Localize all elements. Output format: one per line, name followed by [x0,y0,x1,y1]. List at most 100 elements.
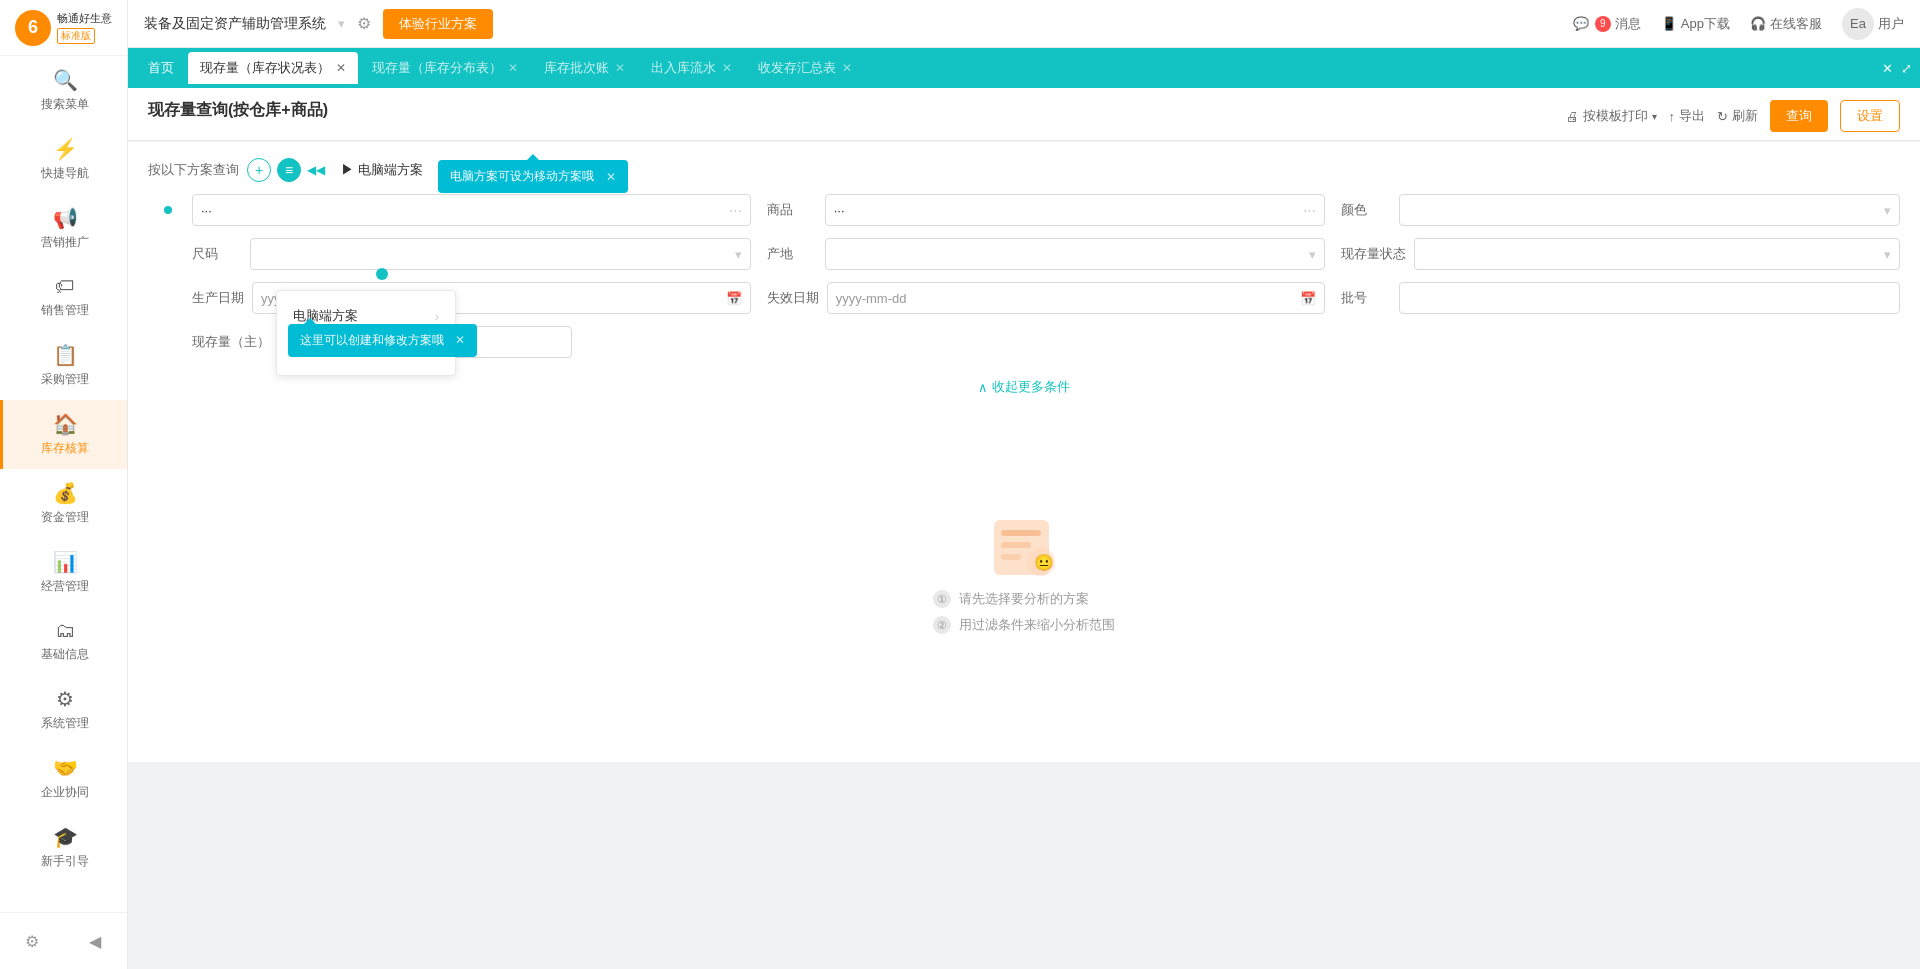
prod-date-label: 生产日期 [192,289,244,307]
create-tooltip-close[interactable]: ✕ [455,333,465,347]
chevron-down-icon: ▾ [1884,247,1891,262]
avatar: Ea [1842,8,1874,40]
print-icon: 🖨 [1566,109,1579,124]
tab-close-icon[interactable]: ✕ [842,61,852,75]
add-scheme-btn[interactable]: + [247,158,271,182]
warehouse-select[interactable]: ··· ⋯ [192,194,751,226]
refresh-icon: ↻ [1717,109,1728,124]
tab-home[interactable]: 首页 [136,52,186,84]
connector-dot [376,268,388,280]
settings-gear-icon[interactable]: ⚙ [357,14,371,33]
arrow-right-icon: › [435,309,439,324]
sidebar-item-label: 快捷导航 [41,165,89,182]
filter-item-size: 尺码 ▾ [192,238,751,270]
tab-inventory-status[interactable]: 现存量（库存状况表） ✕ [188,52,358,84]
sidebar-item-sales[interactable]: 🏷 销售管理 [0,263,127,331]
tab-label: 现存量（库存分布表） [372,59,502,77]
filter-section-label: 按以下方案查询 [148,161,239,179]
more-icon: ⋯ [1303,203,1316,218]
collapse-sidebar-btn[interactable]: ◀ [79,925,111,957]
sidebar-item-inventory[interactable]: 🏠 库存核算 [0,400,127,469]
goods-label: 商品 [767,201,817,219]
query-button[interactable]: 查询 [1770,100,1828,132]
settings-btn[interactable]: ⚙ [16,925,48,957]
export-icon: ↑ [1669,109,1676,124]
calendar-icon: 📅 [726,291,742,306]
sidebar-item-label: 新手引导 [41,853,89,870]
filter-item-batch: 批号 [1341,282,1900,314]
tab-close-icon[interactable]: ✕ [722,61,732,75]
expand-icon[interactable]: ⤢ [1901,61,1912,76]
online-service-item[interactable]: 🎧 在线客服 [1750,15,1822,33]
tab-inout-flow[interactable]: 出入库流水 ✕ [639,52,744,84]
messages-item[interactable]: 💬 9 消息 [1573,15,1641,33]
filter-row-1: ··· ⋯ 商品 ··· ⋯ 颜色 ▾ [148,194,1900,226]
header-divider: ▾ [338,16,345,31]
row-spacer [164,294,172,302]
refresh-label: 刷新 [1732,107,1758,125]
tab-batch-account[interactable]: 库存批次账 ✕ [532,52,637,84]
calendar-icon: 📅 [1300,291,1316,306]
headset-icon: 🎧 [1750,16,1766,31]
sidebar-item-purchase[interactable]: 📋 采购管理 [0,331,127,400]
sidebar-item-label: 搜索菜单 [41,96,89,113]
marketing-icon: 📢 [53,206,78,230]
sidebar-item-enterprise[interactable]: 🤝 企业协同 [0,744,127,813]
export-btn[interactable]: ↑ 导出 [1669,100,1706,132]
origin-label: 产地 [767,245,817,263]
template-print-btn[interactable]: 🖨 按模板打印 ▾ [1566,100,1657,132]
sidebar-item-search[interactable]: 🔍 搜索菜单 [0,56,127,125]
color-select[interactable]: ▾ [1399,194,1900,226]
page-header: 现存量查询(按仓库+商品) 🖨 按模板打印 ▾ ↑ 导出 ↻ 刷新 [128,88,1920,141]
sidebar-item-basic[interactable]: 🗂 基础信息 [0,607,127,675]
page-actions: 🖨 按模板打印 ▾ ↑ 导出 ↻ 刷新 查询 设置 [1566,100,1901,140]
stock-status-label: 现存量状态 [1341,245,1406,263]
collapse-icon[interactable]: ◀◀ [307,163,325,177]
tab-close-icon[interactable]: ✕ [336,61,346,75]
batch-label: 批号 [1341,289,1391,307]
industry-plan-button[interactable]: 体验行业方案 [383,9,493,39]
sidebar-item-quick[interactable]: ⚡ 快捷导航 [0,125,127,194]
origin-select[interactable]: ▾ [825,238,1326,270]
goods-placeholder: ··· [834,203,845,218]
sidebar-item-marketing[interactable]: 📢 营销推广 [0,194,127,263]
messages-badge: 9 [1595,16,1611,32]
row-spacer [164,250,172,258]
app-download-item[interactable]: 📱 App下载 [1661,15,1730,33]
export-label: 导出 [1679,107,1705,125]
tab-close-icon[interactable]: ✕ [615,61,625,75]
refresh-btn[interactable]: ↻ 刷新 [1717,100,1758,132]
sidebar-item-finance[interactable]: 💰 资金管理 [0,469,127,538]
sidebar-nav: 🔍 搜索菜单 ⚡ 快捷导航 📢 营销推广 🏷 销售管理 📋 采购管理 🏠 库存核… [0,56,127,912]
user-item[interactable]: Ea 用户 [1842,8,1904,40]
edit-scheme-btn[interactable]: ≡ [277,158,301,182]
expiry-date-label: 失效日期 [767,289,819,307]
expiry-date-input[interactable]: yyyy-mm-dd 📅 [827,282,1326,314]
tab-close-icon[interactable]: ✕ [508,61,518,75]
header-right: 💬 9 消息 📱 App下载 🎧 在线客服 Ea 用户 [1573,8,1904,40]
sidebar-item-operations[interactable]: 📊 经营管理 [0,538,127,607]
filter-panel: 按以下方案查询 + ≡ ◀◀ ▶ 电脑端方案 ··· ⋯ [128,142,1920,420]
sidebar-item-guide[interactable]: 🎓 新手引导 [0,813,127,882]
sidebar: 6 畅通好生意 标准版 🔍 搜索菜单 ⚡ 快捷导航 📢 营销推广 🏷 销售管理 … [0,0,128,969]
operations-icon: 📊 [53,550,78,574]
sidebar-item-system[interactable]: ⚙ 系统管理 [0,675,127,744]
close-all-tabs-icon[interactable]: ✕ [1882,61,1893,76]
filter-item-goods: 商品 ··· ⋯ [767,194,1326,226]
tab-inventory-dist[interactable]: 现存量（库存分布表） ✕ [360,52,530,84]
size-select[interactable]: ▾ [250,238,751,270]
sidebar-item-label: 基础信息 [41,646,89,663]
header-left: 装备及固定资产辅助管理系统 ▾ ⚙ 体验行业方案 [144,9,493,39]
create-scheme-tooltip: 这里可以创建和修改方案哦 ✕ [288,324,477,357]
tab-label: 出入库流水 [651,59,716,77]
batch-input[interactable] [1399,282,1900,314]
goods-select[interactable]: ··· ⋯ [825,194,1326,226]
messages-label: 消息 [1615,15,1641,33]
inventory-icon: 🏠 [53,412,78,436]
scheme-tooltip-close[interactable]: ✕ [606,170,616,184]
scheme-desktop-label: 电脑端方案 [293,307,358,325]
tab-recv-summary[interactable]: 收发存汇总表 ✕ [746,52,864,84]
stock-status-select[interactable]: ▾ [1414,238,1900,270]
finance-icon: 💰 [53,481,78,505]
settings-button[interactable]: 设置 [1840,100,1900,132]
